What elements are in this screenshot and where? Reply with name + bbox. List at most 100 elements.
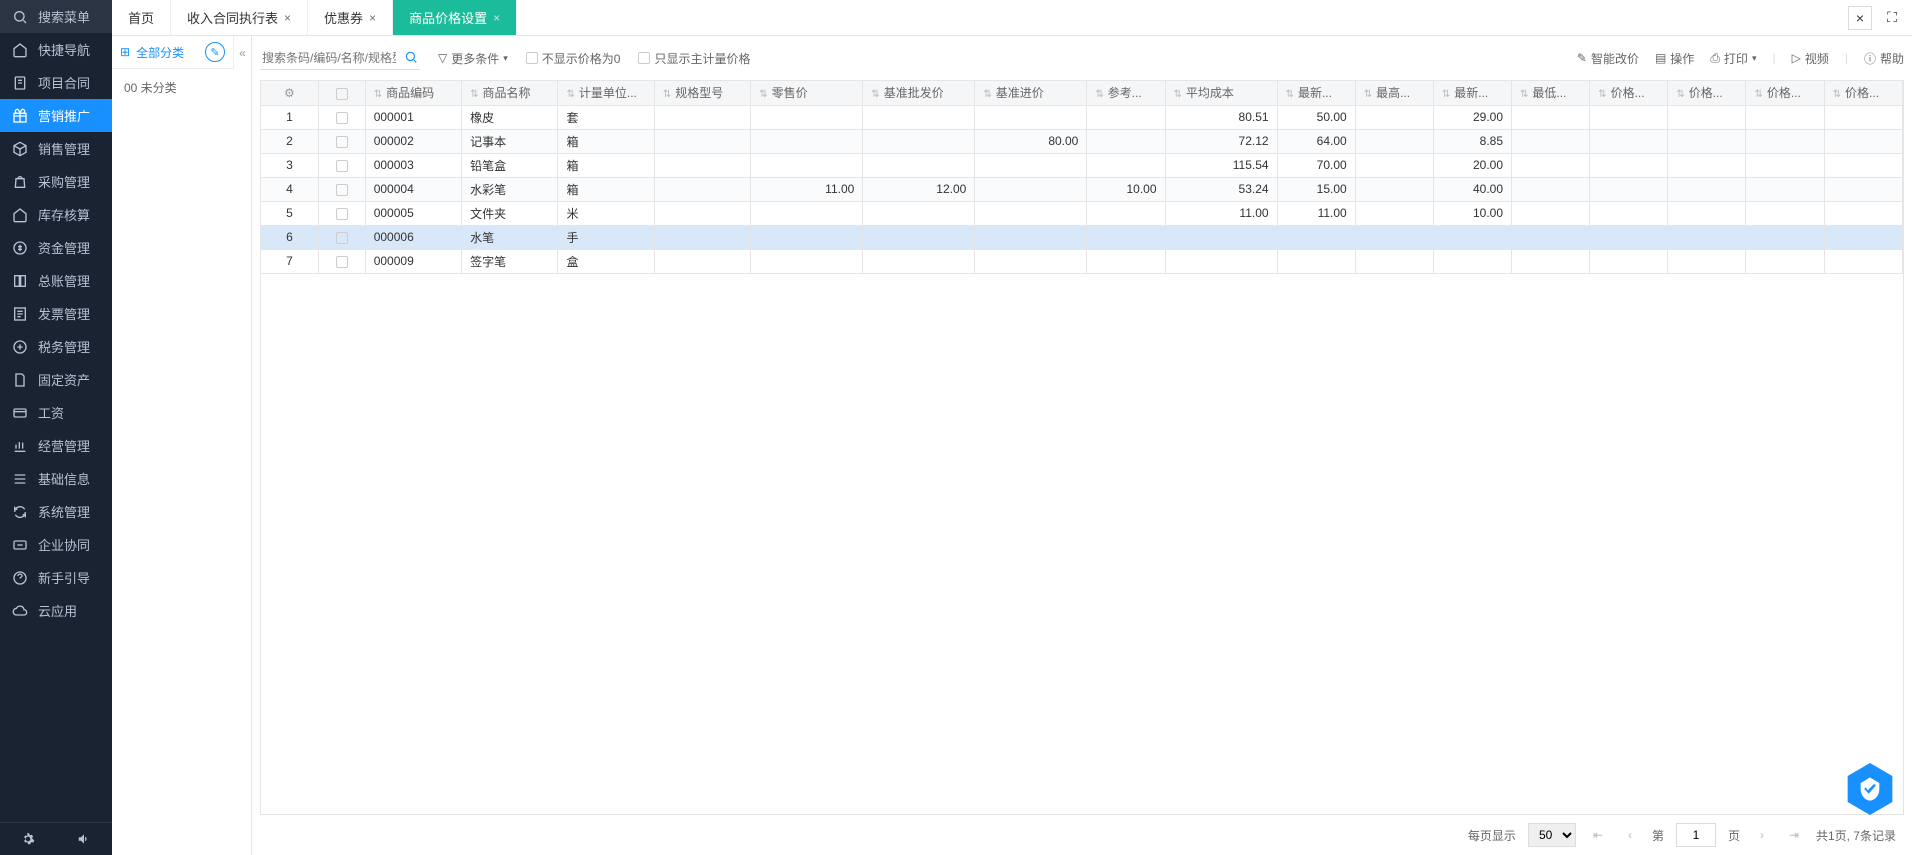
table-row[interactable]: 4000004水彩笔箱11.0012.0010.0053.2415.0040.0… — [261, 177, 1903, 201]
gear-column[interactable]: ⚙ — [261, 81, 318, 105]
sidebar-item-5[interactable]: 采购管理 — [0, 165, 112, 198]
toolbar: ▽ 更多条件 ▾ 不显示价格为0 只显示主计量价格 ✎智能改价 — [260, 36, 1904, 80]
column-header[interactable]: ⇅最新... — [1433, 81, 1511, 105]
sidebar-item-4[interactable]: 销售管理 — [0, 132, 112, 165]
tab-0[interactable]: 首页 — [112, 0, 171, 35]
tab-3[interactable]: 商品价格设置× — [393, 0, 517, 35]
help-button[interactable]: ⓘ帮助 — [1864, 50, 1904, 67]
sidebar-item-label: 库存核算 — [38, 205, 90, 224]
table-row[interactable]: 3000003铅笔盒箱115.5470.0020.00 — [261, 153, 1903, 177]
search-icon — [12, 9, 28, 25]
settings-button[interactable] — [0, 823, 56, 855]
sidebar-item-6[interactable]: 库存核算 — [0, 198, 112, 231]
link-icon — [12, 537, 28, 553]
operate-button[interactable]: ▤操作 — [1655, 50, 1694, 67]
tab-close-button[interactable]: × — [1848, 6, 1872, 30]
sidebar-item-label: 发票管理 — [38, 304, 90, 323]
chevron-down-icon: ▾ — [1752, 53, 1757, 64]
grid-icon: ⊞ — [120, 45, 130, 59]
close-icon[interactable]: × — [493, 11, 500, 25]
sidebar-item-16[interactable]: 企业协同 — [0, 528, 112, 561]
sidebar-item-0[interactable]: 搜索菜单 — [0, 0, 112, 33]
fullscreen-button[interactable]: ⛶ — [1880, 6, 1904, 30]
sidebar-item-11[interactable]: 固定资产 — [0, 363, 112, 396]
column-header[interactable]: ⇅规格型号 — [654, 81, 750, 105]
sidebar-item-13[interactable]: 经营管理 — [0, 429, 112, 462]
column-header[interactable]: ⇅最新... — [1277, 81, 1355, 105]
column-header[interactable]: ⇅价格... — [1746, 81, 1824, 105]
search-input[interactable] — [260, 47, 420, 70]
column-header[interactable]: ⇅价格... — [1590, 81, 1668, 105]
column-header[interactable]: ⇅平均成本 — [1165, 81, 1277, 105]
doc-icon — [12, 75, 28, 91]
column-header[interactable]: ⇅价格... — [1668, 81, 1746, 105]
sidebar-item-10[interactable]: 税务管理 — [0, 330, 112, 363]
hide-zero-checkbox[interactable]: 不显示价格为0 — [526, 50, 621, 67]
column-header[interactable]: ⇅零售价 — [751, 81, 863, 105]
row-checkbox[interactable] — [318, 177, 365, 201]
collapse-panel-button[interactable]: « — [233, 36, 251, 69]
column-header[interactable]: ⇅基准进价 — [975, 81, 1087, 105]
prev-page-button[interactable]: ‹ — [1620, 825, 1640, 845]
sidebar-item-1[interactable]: 快捷导航 — [0, 33, 112, 66]
column-header[interactable]: ⇅基准批发价 — [863, 81, 975, 105]
next-page-button[interactable]: › — [1752, 825, 1772, 845]
first-page-button[interactable]: ⇤ — [1588, 825, 1608, 845]
sidebar-item-15[interactable]: 系统管理 — [0, 495, 112, 528]
table-row[interactable]: 1000001橡皮套80.5150.0029.00 — [261, 105, 1903, 129]
sidebar-item-label: 新手引导 — [38, 568, 90, 587]
sort-icon: ⇅ — [1286, 89, 1294, 100]
sound-button[interactable] — [56, 823, 112, 855]
all-categories-label[interactable]: 全部分类 — [136, 44, 184, 61]
column-header[interactable]: ⇅计量单位... — [558, 81, 654, 105]
sidebar-item-label: 搜索菜单 — [38, 7, 90, 26]
sidebar-item-12[interactable]: 工资 — [0, 396, 112, 429]
video-button[interactable]: ▷视频 — [1792, 50, 1829, 67]
sidebar-item-18[interactable]: 云应用 — [0, 594, 112, 627]
row-checkbox[interactable] — [318, 129, 365, 153]
page-input[interactable] — [1676, 823, 1716, 847]
tabs-bar: 首页收入合同执行表×优惠券×商品价格设置× × ⛶ — [112, 0, 1912, 36]
sidebar-item-7[interactable]: 资金管理 — [0, 231, 112, 264]
column-header[interactable]: ⇅参考... — [1087, 81, 1165, 105]
table-row[interactable]: 5000005文件夹米11.0011.0010.00 — [261, 201, 1903, 225]
edit-category-button[interactable]: ✎ — [205, 42, 225, 62]
more-conditions-button[interactable]: ▽ 更多条件 ▾ — [438, 50, 508, 67]
sidebar-item-9[interactable]: 发票管理 — [0, 297, 112, 330]
column-header[interactable]: ⇅最高... — [1355, 81, 1433, 105]
print-icon: ⎙ — [1710, 51, 1720, 66]
column-header[interactable]: ⇅商品名称 — [462, 81, 558, 105]
table-row[interactable]: 6000006水笔手 — [261, 225, 1903, 249]
sidebar-item-3[interactable]: 营销推广 — [0, 99, 112, 132]
sidebar-item-17[interactable]: 新手引导 — [0, 561, 112, 594]
category-item[interactable]: 00 未分类 — [124, 79, 239, 96]
row-checkbox[interactable] — [318, 201, 365, 225]
table-row[interactable]: 2000002记事本箱80.0072.1264.008.85 — [261, 129, 1903, 153]
sidebar-item-8[interactable]: 总账管理 — [0, 264, 112, 297]
tab-2[interactable]: 优惠券× — [308, 0, 393, 35]
table-row[interactable]: 7000009签字笔盒 — [261, 249, 1903, 273]
sidebar-item-14[interactable]: 基础信息 — [0, 462, 112, 495]
last-page-button[interactable]: ⇥ — [1784, 825, 1804, 845]
sidebar-item-2[interactable]: 项目合同 — [0, 66, 112, 99]
sort-icon: ⇅ — [663, 89, 671, 100]
row-checkbox[interactable] — [318, 105, 365, 129]
print-button[interactable]: ⎙打印 ▾ — [1710, 50, 1756, 67]
only-main-unit-checkbox[interactable]: 只显示主计量价格 — [638, 50, 750, 67]
help-icon — [12, 570, 28, 586]
row-checkbox[interactable] — [318, 153, 365, 177]
select-all-checkbox[interactable] — [318, 81, 365, 105]
column-header[interactable]: ⇅最低... — [1512, 81, 1590, 105]
row-checkbox[interactable] — [318, 225, 365, 249]
close-icon[interactable]: × — [284, 11, 291, 25]
column-header[interactable]: ⇅价格... — [1824, 81, 1902, 105]
smart-price-button[interactable]: ✎智能改价 — [1577, 50, 1639, 67]
column-header[interactable]: ⇅商品编码 — [365, 81, 461, 105]
cloud-icon — [12, 603, 28, 619]
tab-1[interactable]: 收入合同执行表× — [171, 0, 308, 35]
search-icon[interactable] — [404, 50, 418, 67]
close-icon[interactable]: × — [369, 11, 376, 25]
per-page-select[interactable]: 50 — [1528, 823, 1576, 847]
row-checkbox[interactable] — [318, 249, 365, 273]
filter-icon: ▽ — [438, 51, 447, 65]
